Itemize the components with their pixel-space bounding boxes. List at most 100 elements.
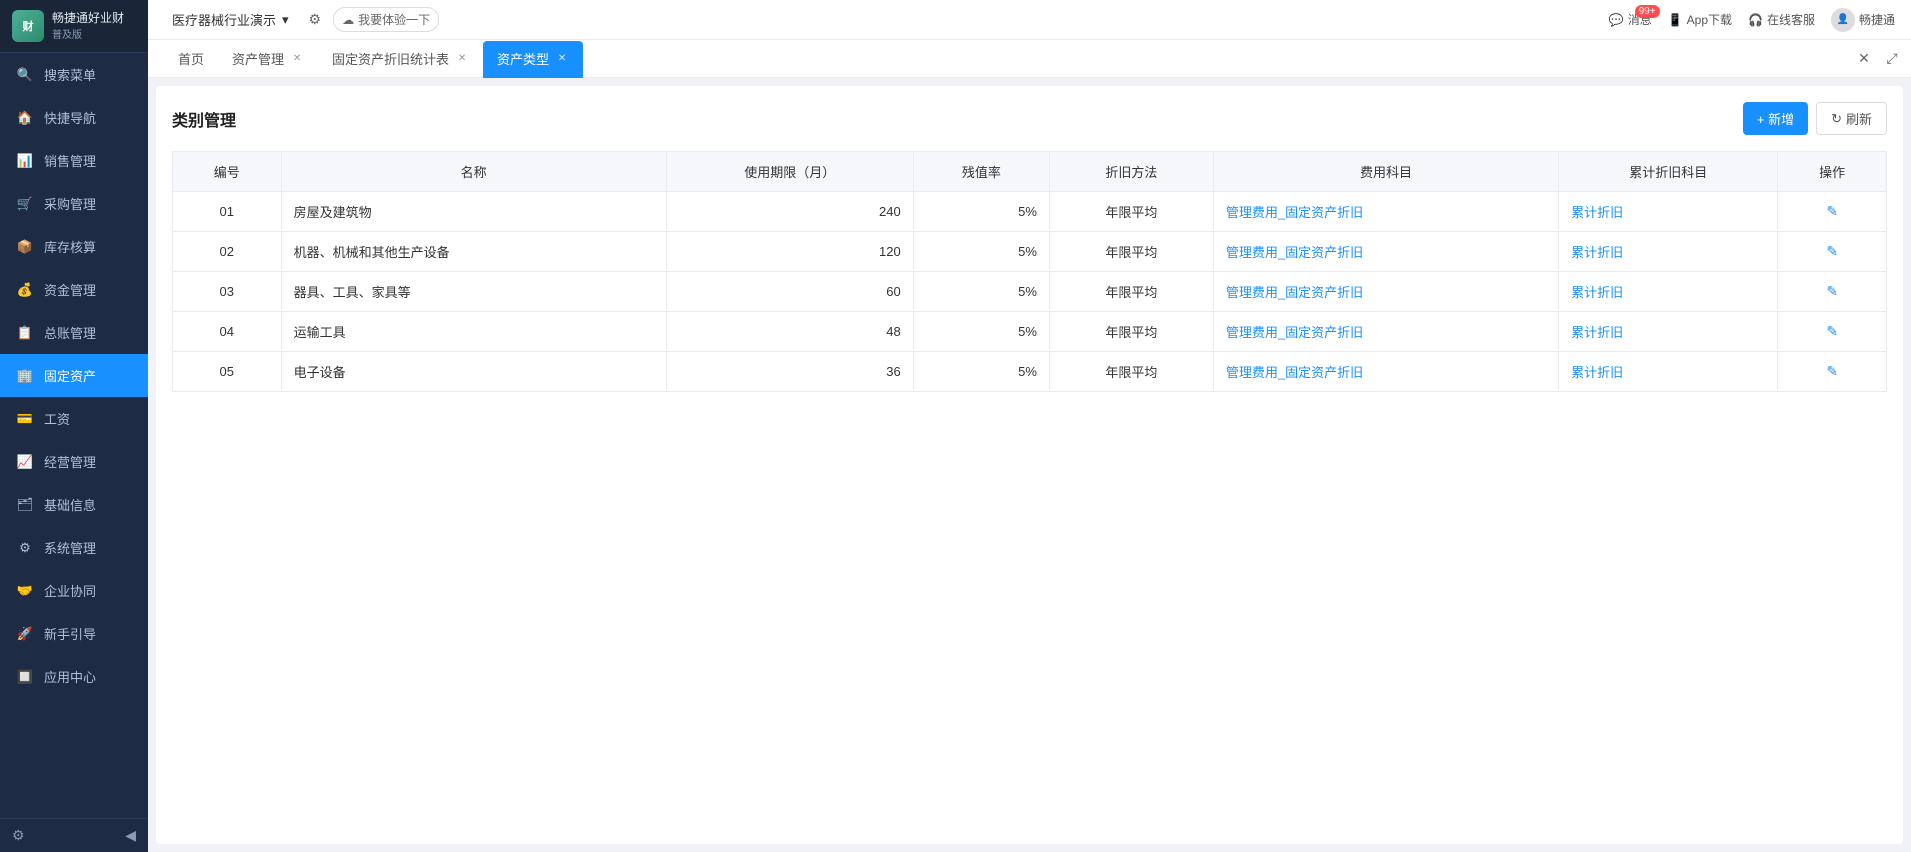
edit-icon[interactable]: ✎ [1826,203,1838,219]
cell-name: 房屋及建筑物 [281,192,666,232]
chevron-down-icon: ▾ [282,12,289,28]
sidebar-item-ledger[interactable]: 📋 总账管理 [0,311,148,354]
logo-sub: 普及版 [52,26,124,41]
logo-icon: 财 [12,10,44,42]
col-header: 名称 [281,152,666,192]
refresh-button[interactable]: ↻ 刷新 [1816,102,1887,135]
topbar: 医疗器械行业演示 ▾ ⚙ ☁ 我要体验一下 💬 消息 99+ 📱 App下载 🎧… [148,0,1911,40]
collapse-icon[interactable]: ◀ [125,827,136,844]
sidebar-icon-ledger: 📋 [16,324,34,342]
edit-icon[interactable]: ✎ [1826,363,1838,379]
sidebar-icon-purchase: 🛒 [16,195,34,213]
topbar-settings-icon[interactable]: ⚙ [309,11,322,28]
sidebar-item-sales[interactable]: 📊 销售管理 [0,139,148,182]
new-button[interactable]: + 新增 [1743,102,1808,135]
sidebar-icon-app-center: 🔲 [16,668,34,686]
col-header: 残值率 [913,152,1049,192]
settings-icon[interactable]: ⚙ [12,827,25,844]
tab-asset-manage[interactable]: 资产管理 ✕ [218,41,318,78]
phone-icon: 📱 [1668,13,1683,27]
page-actions: + 新增 ↻ 刷新 [1743,102,1887,135]
sidebar: 财 畅捷通好业财 普及版 🔍 搜索菜单 🏠 快捷导航 📊 销售管理 🛒 采购管理… [0,0,148,852]
sidebar-icon-basic-info: 🗂 [16,496,34,514]
cell-accumulated: 累计折旧 [1559,272,1778,312]
tab-asset-manage-close[interactable]: ✕ [290,52,304,66]
cell-action[interactable]: ✎ [1778,192,1887,232]
edit-icon[interactable]: ✎ [1826,323,1838,339]
cell-action[interactable]: ✎ [1778,312,1887,352]
edit-icon[interactable]: ✎ [1826,243,1838,259]
online-service-label: 在线客服 [1767,11,1815,28]
cell-period: 240 [666,192,913,232]
tab-close-button[interactable]: ✕ [1853,48,1875,70]
sidebar-item-funds[interactable]: 💰 资金管理 [0,268,148,311]
cell-method: 年限平均 [1049,192,1213,232]
tab-fixed-asset-table[interactable]: 固定资产折旧统计表 ✕ [318,41,483,78]
refresh-icon: ↻ [1831,111,1842,127]
cell-name: 机器、机械和其他生产设备 [281,232,666,272]
cell-expense: 管理费用_固定资产折旧 [1213,232,1558,272]
table-row: 04 运输工具 48 5% 年限平均 管理费用_固定资产折旧 累计折旧 ✎ [173,312,1887,352]
cell-action[interactable]: ✎ [1778,272,1887,312]
page-content: 类别管理 + 新增 ↻ 刷新 编号名称使用期限（月）残值率折旧方法费用科目累计折… [156,86,1903,844]
sidebar-item-purchase[interactable]: 🛒 采购管理 [0,182,148,225]
table-row: 03 器具、工具、家具等 60 5% 年限平均 管理费用_固定资产折旧 累计折旧… [173,272,1887,312]
topbar-left: 医疗器械行业演示 ▾ ⚙ ☁ 我要体验一下 [164,6,439,33]
online-service-action[interactable]: 🎧 在线客服 [1748,11,1815,28]
cell-name: 运输工具 [281,312,666,352]
experience-label: 我要体验一下 [358,11,430,28]
sidebar-item-basic-info[interactable]: 🗂 基础信息 [0,483,148,526]
sidebar-icon-sales: 📊 [16,152,34,170]
col-header: 操作 [1778,152,1887,192]
table-header: 编号名称使用期限（月）残值率折旧方法费用科目累计折旧科目操作 [173,152,1887,192]
sidebar-item-system[interactable]: ⚙ 系统管理 [0,526,148,569]
cell-accumulated: 累计折旧 [1559,312,1778,352]
user-action[interactable]: 👤 畅捷通 [1831,8,1895,32]
tab-fixed-asset-table-label: 固定资产折旧统计表 [332,49,449,68]
sidebar-item-search[interactable]: 🔍 搜索菜单 [0,53,148,96]
sidebar-item-payroll[interactable]: 💳 工资 [0,397,148,440]
cell-rate: 5% [913,312,1049,352]
cell-accumulated: 累计折旧 [1559,352,1778,392]
sidebar-item-inventory[interactable]: 📦 库存核算 [0,225,148,268]
col-header: 编号 [173,152,282,192]
col-header: 累计折旧科目 [1559,152,1778,192]
cell-id: 05 [173,352,282,392]
app-download-action[interactable]: 📱 App下载 [1668,11,1732,28]
sidebar-label-system: 系统管理 [44,538,96,557]
cell-expense: 管理费用_固定资产折旧 [1213,312,1558,352]
message-action[interactable]: 💬 消息 99+ [1609,11,1652,28]
workspace-selector[interactable]: 医疗器械行业演示 ▾ [164,6,297,33]
sidebar-label-quick-nav: 快捷导航 [44,108,96,127]
cell-expense: 管理费用_固定资产折旧 [1213,272,1558,312]
tab-home[interactable]: 首页 [164,41,218,78]
sidebar-label-guide: 新手引导 [44,624,96,643]
cell-name: 电子设备 [281,352,666,392]
sidebar-icon-inventory: 📦 [16,238,34,256]
edit-icon[interactable]: ✎ [1826,283,1838,299]
sidebar-item-fixed-assets[interactable]: 🏢 固定资产 [0,354,148,397]
sidebar-item-guide[interactable]: 🚀 新手引导 [0,612,148,655]
sidebar-item-operations[interactable]: 📈 经营管理 [0,440,148,483]
sidebar-item-app-center[interactable]: 🔲 应用中心 [0,655,148,698]
sidebar-item-enterprise[interactable]: 🤝 企业协同 [0,569,148,612]
cell-rate: 5% [913,272,1049,312]
tab-asset-type-close[interactable]: ✕ [555,52,569,66]
cell-period: 48 [666,312,913,352]
tab-fixed-asset-table-close[interactable]: ✕ [455,52,469,66]
sidebar-label-enterprise: 企业协同 [44,581,96,600]
logo-text-block: 畅捷通好业财 普及版 [52,11,124,42]
experience-button[interactable]: ☁ 我要体验一下 [333,7,439,32]
cell-action[interactable]: ✎ [1778,352,1887,392]
cell-name: 器具、工具、家具等 [281,272,666,312]
tab-expand-button[interactable]: ⤢ [1881,48,1903,70]
sidebar-label-basic-info: 基础信息 [44,495,96,514]
cell-period: 60 [666,272,913,312]
cell-action[interactable]: ✎ [1778,232,1887,272]
sidebar-item-quick-nav[interactable]: 🏠 快捷导航 [0,96,148,139]
tab-asset-manage-label: 资产管理 [232,49,284,68]
cell-period: 36 [666,352,913,392]
cell-id: 01 [173,192,282,232]
tabbar: 首页 资产管理 ✕ 固定资产折旧统计表 ✕ 资产类型 ✕ ✕ ⤢ [148,40,1911,78]
tab-asset-type[interactable]: 资产类型 ✕ [483,41,583,78]
